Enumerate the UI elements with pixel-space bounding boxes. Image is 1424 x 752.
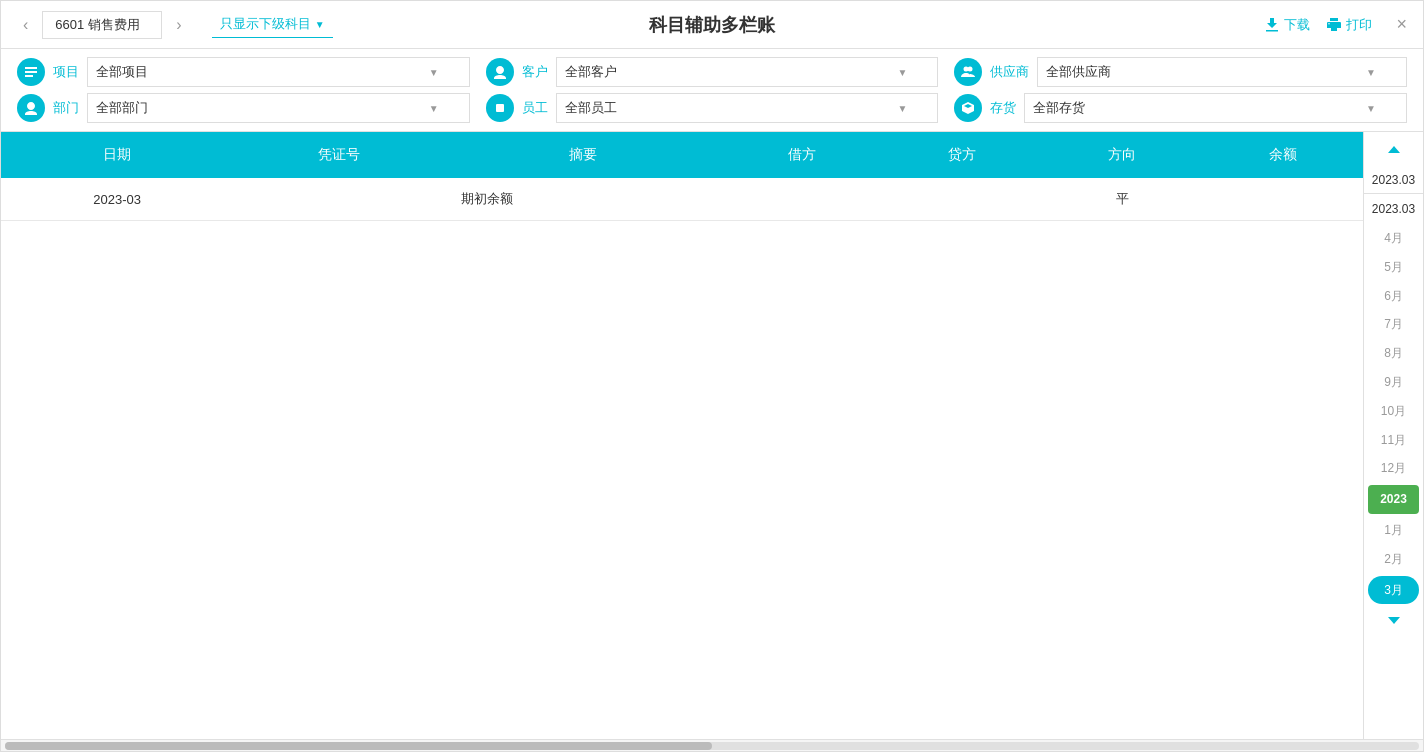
col-date: 日期: [1, 132, 233, 178]
svg-rect-2: [25, 75, 33, 77]
show-sub-arrow: ▼: [315, 19, 325, 30]
sidebar-month-5[interactable]: 5月: [1364, 253, 1423, 282]
project-select[interactable]: 全部项目 ▼: [87, 57, 470, 87]
department-label: 部门: [53, 99, 79, 117]
sidebar-up-arrow[interactable]: [1364, 136, 1423, 167]
print-button[interactable]: 打印: [1326, 16, 1372, 34]
bottom-scrollbar[interactable]: [1, 739, 1423, 751]
customer-select-arrow: ▼: [897, 67, 907, 78]
page-title: 科目辅助多栏账: [649, 13, 775, 37]
filter-project: 项目 全部项目 ▼: [17, 57, 470, 87]
svg-rect-5: [496, 104, 504, 112]
sidebar-header-1: 2023.03: [1364, 167, 1423, 194]
cell-balance: [1203, 178, 1363, 221]
col-debit: 借方: [722, 132, 882, 178]
sidebar-month-1[interactable]: 1月: [1364, 516, 1423, 545]
col-direction: 方向: [1042, 132, 1202, 178]
sidebar-header-2: 2023.03: [1364, 196, 1423, 222]
department-select-arrow: ▼: [429, 103, 439, 114]
department-icon: [17, 94, 45, 122]
customer-label: 客户: [522, 63, 548, 81]
sidebar-month-6[interactable]: 6月: [1364, 282, 1423, 311]
sidebar-month-12[interactable]: 12月: [1364, 454, 1423, 483]
inventory-label: 存货: [990, 99, 1016, 117]
cell-credit: [882, 178, 1042, 221]
supplier-select[interactable]: 全部供应商 ▼: [1037, 57, 1407, 87]
sidebar-month-10[interactable]: 10月: [1364, 397, 1423, 426]
col-credit: 贷方: [882, 132, 1042, 178]
employee-icon: [486, 94, 514, 122]
project-label: 项目: [53, 63, 79, 81]
prev-account-button[interactable]: ‹: [17, 14, 34, 36]
table-row: 2023-03 期初余额 平: [1, 178, 1363, 221]
filter-customer: 客户 全部客户 ▼: [486, 57, 939, 87]
download-icon: [1264, 17, 1280, 33]
filter-inventory: 存货 全部存货 ▼: [954, 93, 1407, 123]
department-select[interactable]: 全部部门 ▼: [87, 93, 470, 123]
sidebar-down-arrow[interactable]: [1364, 606, 1423, 637]
filter-row-1: 项目 全部项目 ▼ 客户 全部客户 ▼: [17, 57, 1407, 87]
main-window: ‹ 6601 销售费用 › 只显示下级科目 ▼ 科目辅助多栏账 下载: [0, 0, 1424, 752]
title-bar: ‹ 6601 销售费用 › 只显示下级科目 ▼ 科目辅助多栏账 下载: [1, 1, 1423, 49]
cell-summary: 期初余额: [445, 178, 722, 221]
supplier-label: 供应商: [990, 63, 1029, 81]
cell-date: 2023-03: [1, 178, 233, 221]
sidebar-timeline: 2023.03 2023.03 4月 5月 6月 7月 8月 9月 10月 11…: [1363, 132, 1423, 739]
sidebar-month-7[interactable]: 7月: [1364, 310, 1423, 339]
col-summary: 摘要: [445, 132, 722, 178]
cell-voucher: [233, 178, 444, 221]
inventory-icon: [954, 94, 982, 122]
project-select-arrow: ▼: [429, 67, 439, 78]
table-area[interactable]: 日期 凭证号 摘要 借方 贷方 方向 余额 2023-03 期初余额: [1, 132, 1363, 739]
supplier-select-arrow: ▼: [1366, 67, 1376, 78]
customer-icon: [486, 58, 514, 86]
show-sub-toggle[interactable]: 只显示下级科目 ▼: [212, 11, 333, 38]
main-content: 日期 凭证号 摘要 借方 贷方 方向 余额 2023-03 期初余额: [1, 132, 1423, 739]
project-icon: [17, 58, 45, 86]
filter-employee: 员工 全部员工 ▼: [486, 93, 939, 123]
filter-supplier: 供应商 全部供应商 ▼: [954, 57, 1407, 87]
sidebar-month-9[interactable]: 9月: [1364, 368, 1423, 397]
download-button[interactable]: 下载: [1264, 16, 1310, 34]
inventory-select[interactable]: 全部存货 ▼: [1024, 93, 1407, 123]
sidebar-month-11[interactable]: 11月: [1364, 426, 1423, 455]
employee-label: 员工: [522, 99, 548, 117]
scroll-thumb: [5, 742, 712, 750]
account-label: 6601 销售费用: [42, 11, 162, 39]
cell-debit: [722, 178, 882, 221]
employee-select-arrow: ▼: [897, 103, 907, 114]
sidebar-month-4[interactable]: 4月: [1364, 224, 1423, 253]
table-header-row: 日期 凭证号 摘要 借方 贷方 方向 余额: [1, 132, 1363, 178]
employee-select[interactable]: 全部员工 ▼: [556, 93, 939, 123]
close-button[interactable]: ×: [1396, 14, 1407, 35]
supplier-icon: [954, 58, 982, 86]
svg-rect-0: [25, 67, 37, 69]
filter-row-2: 部门 全部部门 ▼ 员工 全部员工 ▼: [17, 93, 1407, 123]
sidebar-month-3-active[interactable]: 3月: [1368, 576, 1419, 605]
sidebar-year-badge: 2023: [1368, 485, 1419, 514]
title-bar-left: ‹ 6601 销售费用 › 只显示下级科目 ▼: [17, 11, 333, 39]
customer-select[interactable]: 全部客户 ▼: [556, 57, 939, 87]
svg-point-4: [968, 67, 973, 72]
filter-area: 项目 全部项目 ▼ 客户 全部客户 ▼: [1, 49, 1423, 132]
sidebar-month-2[interactable]: 2月: [1364, 545, 1423, 574]
next-account-button[interactable]: ›: [170, 14, 187, 36]
svg-rect-1: [25, 71, 37, 73]
sidebar-month-8[interactable]: 8月: [1364, 339, 1423, 368]
col-balance: 余额: [1203, 132, 1363, 178]
cell-direction: 平: [1042, 178, 1202, 221]
scroll-track[interactable]: [5, 742, 1419, 750]
print-icon: [1326, 17, 1342, 33]
col-voucher: 凭证号: [233, 132, 444, 178]
title-bar-right: 下载 打印 ×: [1264, 14, 1407, 35]
inventory-select-arrow: ▼: [1366, 103, 1376, 114]
data-table: 日期 凭证号 摘要 借方 贷方 方向 余额 2023-03 期初余额: [1, 132, 1363, 221]
filter-department: 部门 全部部门 ▼: [17, 93, 470, 123]
